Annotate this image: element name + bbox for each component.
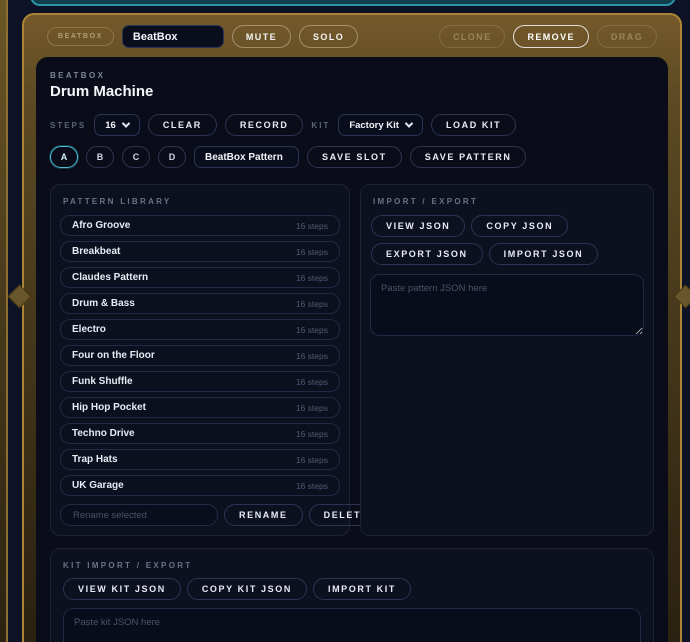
steps-select-value: 16	[105, 119, 116, 131]
pattern-name: Trap Hats	[72, 454, 118, 465]
save-slot-button[interactable]: SAVE SLOT	[307, 146, 402, 168]
slot-b-button[interactable]: B	[86, 146, 114, 168]
remove-button[interactable]: REMOVE	[513, 25, 589, 48]
track-header: BEATBOX MUTE SOLO CLONE REMOVE DRAG	[24, 15, 680, 57]
pattern-steps: 16 steps	[295, 350, 328, 361]
controls-row: STEPS 16 CLEAR RECORD KIT Factory Kit LO…	[50, 114, 654, 136]
drag-handle-button[interactable]: DRAG	[596, 25, 657, 48]
import-json-button[interactable]: IMPORT JSON	[488, 243, 599, 265]
pattern-list-item[interactable]: Hip Hop Pocket 16 steps	[60, 397, 340, 418]
pattern-library-header: PATTERN LIBRARY	[63, 197, 172, 206]
pattern-list-item[interactable]: Afro Groove 16 steps	[60, 215, 340, 236]
pattern-steps: 16 steps	[295, 428, 328, 439]
track-type-badge: BEATBOX	[47, 27, 114, 46]
rack-view: BEATBOX MUTE SOLO CLONE REMOVE DRAG BEAT…	[0, 0, 690, 642]
pattern-steps: 16 steps	[295, 272, 328, 283]
pattern-list-item[interactable]: Four on the Floor 16 steps	[60, 345, 340, 366]
pattern-list-item[interactable]: Trap Hats 16 steps	[60, 449, 340, 470]
mute-button[interactable]: MUTE	[231, 25, 292, 48]
machine-eyebrow: BEATBOX	[50, 71, 106, 80]
solo-button[interactable]: SOLO	[299, 25, 359, 48]
view-json-button[interactable]: VIEW JSON	[371, 215, 466, 237]
pattern-name: Techno Drive	[72, 428, 135, 439]
pattern-name: UK Garage	[72, 480, 124, 491]
pattern-name: Breakbeat	[72, 246, 121, 257]
pattern-steps: 16 steps	[295, 480, 328, 491]
kit-label: KIT	[311, 120, 331, 130]
clear-button[interactable]: CLEAR	[147, 114, 217, 136]
copy-kit-json-button[interactable]: COPY KIT JSON	[186, 578, 307, 600]
pattern-steps: 16 steps	[295, 220, 328, 231]
slot-c-button[interactable]: C	[122, 146, 150, 168]
pattern-list-item[interactable]: Techno Drive 16 steps	[60, 423, 340, 444]
pattern-library-panel: PATTERN LIBRARY Afro Groove 16 steps Bre…	[50, 184, 384, 536]
pattern-list-item[interactable]: Funk Shuffle 16 steps	[60, 371, 340, 392]
import-export-panel: IMPORT / EXPORT VIEW JSON COPY JSON EXPO…	[360, 184, 654, 536]
export-json-button[interactable]: EXPORT JSON	[371, 243, 483, 265]
steps-select[interactable]: 16	[94, 114, 140, 136]
kit-import-export-header: KIT IMPORT / EXPORT	[63, 561, 193, 570]
pattern-json-textarea[interactable]	[370, 274, 644, 336]
load-kit-button[interactable]: LOAD KIT	[430, 114, 517, 136]
previous-track-remnant	[30, 0, 676, 6]
pattern-steps: 16 steps	[295, 324, 328, 335]
machine-title: Drum Machine	[50, 83, 154, 100]
import-kit-button[interactable]: IMPORT KIT	[312, 578, 411, 600]
rename-button[interactable]: RENAME	[224, 504, 303, 526]
view-kit-json-button[interactable]: VIEW KIT JSON	[63, 578, 181, 600]
kit-json-textarea[interactable]	[63, 608, 641, 642]
adjacent-rack-edge	[0, 0, 8, 642]
track-name-input[interactable]	[121, 25, 224, 48]
slots-row: A B C D SAVE SLOT SAVE PATTERN	[50, 146, 654, 168]
copy-json-button[interactable]: COPY JSON	[471, 215, 569, 237]
kit-select-value: Factory Kit	[349, 119, 399, 131]
pattern-name-input[interactable]	[194, 146, 299, 168]
pattern-list-item[interactable]: Claudes Pattern 16 steps	[60, 267, 340, 288]
kit-import-export-panel: KIT IMPORT / EXPORT VIEW KIT JSON COPY K…	[50, 548, 654, 642]
pattern-name: Drum & Bass	[72, 298, 135, 309]
panels-columns: PATTERN LIBRARY Afro Groove 16 steps Bre…	[50, 184, 654, 536]
pattern-name: Electro	[72, 324, 106, 335]
slot-d-button[interactable]: D	[158, 146, 186, 168]
pattern-steps: 16 steps	[295, 246, 328, 257]
drum-machine-body: BEATBOX Drum Machine STEPS 16 CLEAR RECO…	[36, 57, 668, 642]
pattern-steps: 16 steps	[295, 376, 328, 387]
pattern-name: Funk Shuffle	[72, 376, 133, 387]
kit-import-export-buttons: VIEW KIT JSON COPY KIT JSON IMPORT KIT	[63, 578, 641, 600]
clone-button[interactable]: CLONE	[438, 25, 506, 48]
chevron-down-icon	[404, 119, 414, 128]
beatbox-track-panel: BEATBOX MUTE SOLO CLONE REMOVE DRAG BEAT…	[22, 13, 682, 642]
pattern-name: Claudes Pattern	[72, 272, 149, 283]
slot-a-button[interactable]: A	[50, 146, 78, 168]
steps-label: STEPS	[50, 120, 87, 130]
pattern-steps: 16 steps	[295, 298, 328, 309]
pattern-list-item[interactable]: Electro 16 steps	[60, 319, 340, 340]
record-button[interactable]: RECORD	[224, 114, 304, 136]
pattern-name: Hip Hop Pocket	[72, 402, 146, 413]
pattern-name: Afro Groove	[72, 220, 131, 231]
chevron-down-icon	[121, 119, 131, 128]
import-export-header: IMPORT / EXPORT	[373, 197, 479, 206]
pattern-list-item[interactable]: Breakbeat 16 steps	[60, 241, 340, 262]
import-export-buttons: VIEW JSON COPY JSON EXPORT JSON IMPORT J…	[371, 215, 643, 265]
pattern-steps: 16 steps	[295, 402, 328, 413]
pattern-steps: 16 steps	[295, 454, 328, 465]
save-pattern-button[interactable]: SAVE PATTERN	[409, 146, 527, 168]
pattern-list-item[interactable]: UK Garage 16 steps	[60, 475, 340, 496]
pattern-list-item[interactable]: Drum & Bass 16 steps	[60, 293, 340, 314]
pattern-name: Four on the Floor	[72, 350, 155, 361]
rename-input[interactable]	[60, 504, 218, 526]
rename-row: RENAME DELETE	[60, 504, 384, 526]
kit-select[interactable]: Factory Kit	[338, 114, 423, 136]
